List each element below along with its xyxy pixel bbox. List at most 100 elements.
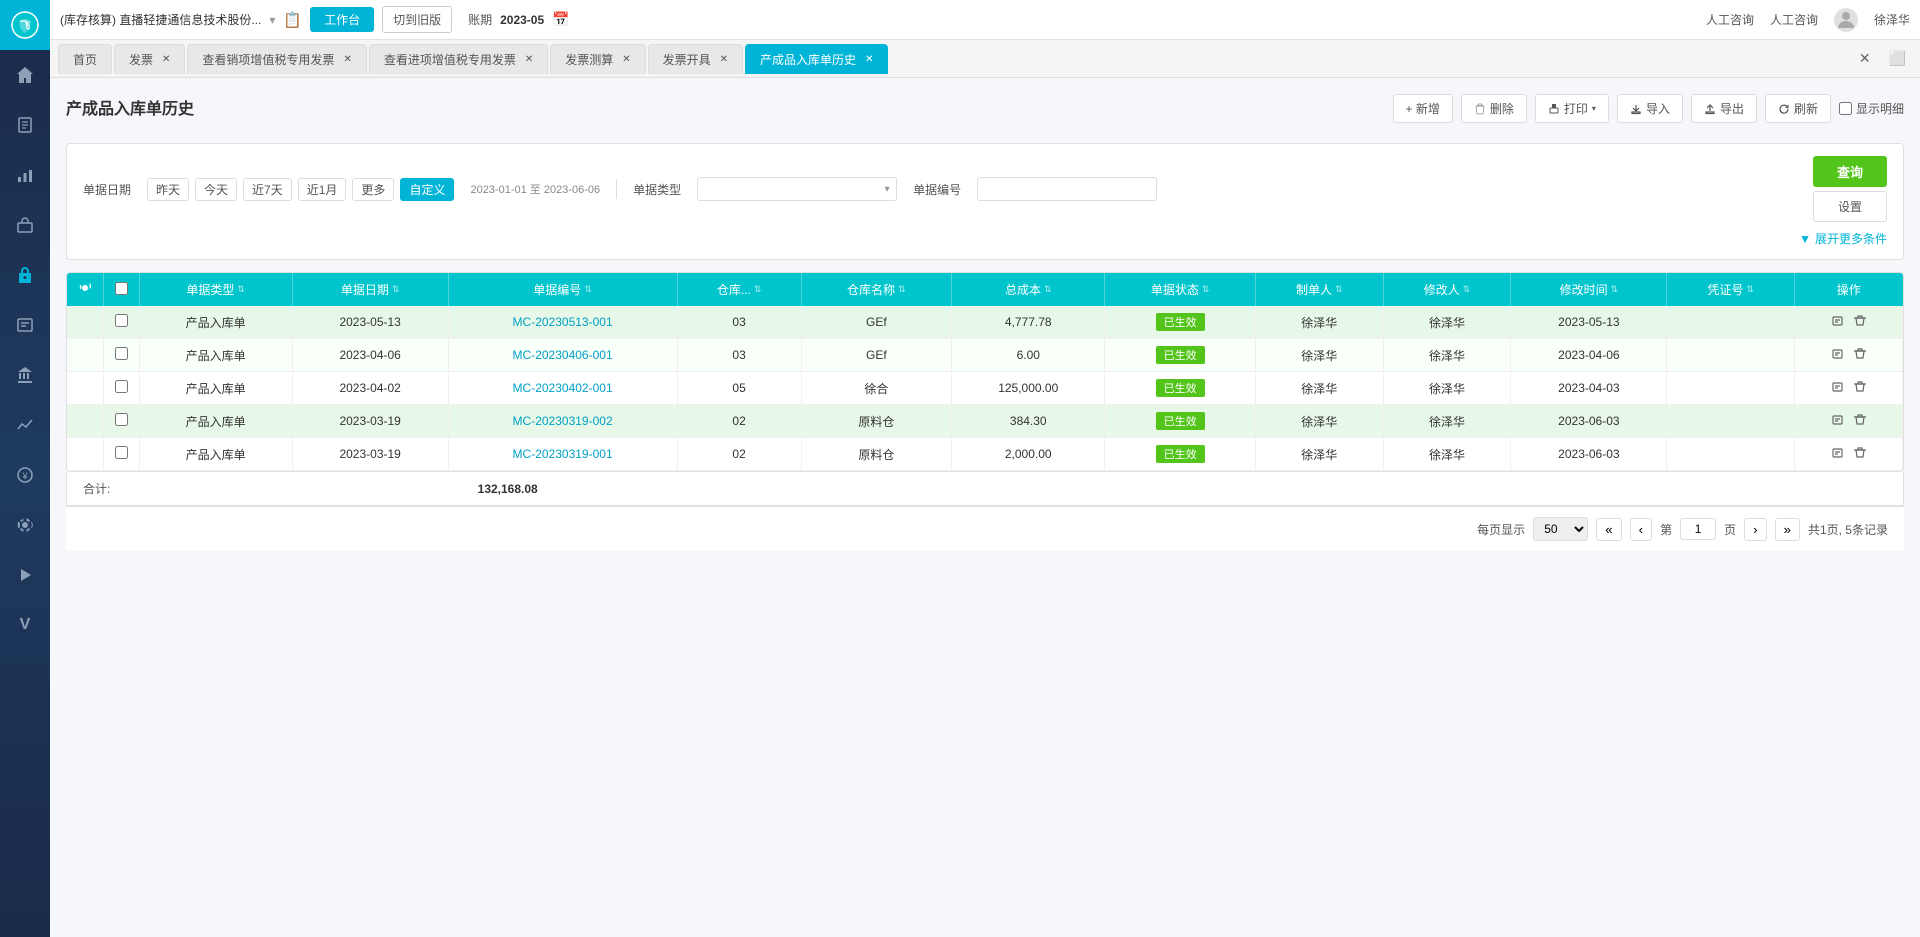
- select-all-checkbox[interactable]: [115, 282, 128, 295]
- sidebar-item-report[interactable]: [0, 400, 50, 450]
- calendar-icon[interactable]: 📅: [552, 11, 569, 28]
- th-checkbox[interactable]: [103, 273, 139, 306]
- action-delete-2[interactable]: [1853, 380, 1867, 397]
- th-voucher[interactable]: 凭证号⇅: [1667, 273, 1795, 306]
- sidebar-logo[interactable]: 飞: [0, 0, 50, 50]
- btn-7days[interactable]: 近7天: [243, 178, 292, 201]
- action-edit-0[interactable]: [1831, 314, 1845, 331]
- action-edit-1[interactable]: [1831, 347, 1845, 364]
- consult-text[interactable]: 人工咨询: [1770, 11, 1818, 28]
- sidebar-item-settings[interactable]: [0, 500, 50, 550]
- btn-1month[interactable]: 近1月: [298, 178, 347, 201]
- cell-number-2[interactable]: MC-20230402-001: [448, 372, 677, 405]
- cell-number-0[interactable]: MC-20230513-001: [448, 306, 677, 339]
- action-edit-4[interactable]: [1831, 446, 1845, 463]
- tab-history[interactable]: 产成品入库单历史 ✕: [745, 44, 888, 74]
- page-first-btn[interactable]: «: [1596, 518, 1621, 541]
- th-number[interactable]: 单据编号⇅: [448, 273, 677, 306]
- tab-sales-vat-close[interactable]: ✕: [343, 54, 351, 65]
- tab-invoice-close[interactable]: ✕: [162, 54, 170, 65]
- page-last-btn[interactable]: »: [1775, 518, 1800, 541]
- back-button[interactable]: 切到旧版: [382, 6, 452, 33]
- action-delete-0[interactable]: [1853, 314, 1867, 331]
- tab-close-all[interactable]: ✕: [1853, 48, 1877, 69]
- th-cost[interactable]: 总成本⇅: [952, 273, 1105, 306]
- tab-invoice[interactable]: 发票 ✕: [114, 44, 185, 74]
- workbench-button[interactable]: 工作台: [310, 7, 374, 32]
- tab-calc-close[interactable]: ✕: [622, 54, 630, 65]
- per-page-select[interactable]: 50 100: [1533, 517, 1588, 541]
- number-input[interactable]: [977, 177, 1157, 201]
- action-edit-3[interactable]: [1831, 413, 1845, 430]
- tab-history-close[interactable]: ✕: [865, 54, 873, 65]
- sidebar-item-chart[interactable]: [0, 150, 50, 200]
- import-button[interactable]: 导入: [1617, 94, 1683, 123]
- refresh-button[interactable]: 刷新: [1765, 94, 1831, 123]
- doc-icon[interactable]: 📋: [283, 11, 302, 29]
- cell-number-3[interactable]: MC-20230319-002: [448, 405, 677, 438]
- print-dropdown[interactable]: ▾: [1592, 104, 1596, 113]
- sidebar-item-home[interactable]: [0, 50, 50, 100]
- setting-button[interactable]: 设置: [1813, 191, 1887, 222]
- th-modify-time[interactable]: 修改时间⇅: [1511, 273, 1667, 306]
- btn-yesterday[interactable]: 昨天: [147, 178, 189, 201]
- expand-filter-btn[interactable]: ▼ 展开更多条件: [1799, 230, 1887, 247]
- cell-cost-4: 2,000.00: [952, 438, 1105, 471]
- tab-open-close[interactable]: ✕: [720, 54, 728, 65]
- delete-button[interactable]: 删除: [1461, 94, 1527, 123]
- query-button[interactable]: 查询: [1813, 156, 1887, 187]
- sidebar-item-docs[interactable]: [0, 100, 50, 150]
- cell-checkbox-4[interactable]: [103, 438, 139, 471]
- cell-number-1[interactable]: MC-20230406-001: [448, 339, 677, 372]
- th-creator[interactable]: 制单人⇅: [1255, 273, 1383, 306]
- export-button[interactable]: 导出: [1691, 94, 1757, 123]
- cell-checkbox-0[interactable]: [103, 306, 139, 339]
- page-next-btn[interactable]: ›: [1744, 518, 1766, 541]
- filter-area: 单据日期 昨天 今天 近7天 近1月 更多 自定义 2023-01-01 至 2…: [66, 143, 1904, 260]
- sidebar-item-assets[interactable]: [0, 200, 50, 250]
- page-input[interactable]: [1680, 518, 1716, 540]
- action-delete-4[interactable]: [1853, 446, 1867, 463]
- page-prev-btn[interactable]: ‹: [1630, 518, 1652, 541]
- tab-calc[interactable]: 发票测算 ✕: [550, 44, 645, 74]
- sidebar-item-lock[interactable]: [0, 250, 50, 300]
- th-wh-name[interactable]: 仓库名称⇅: [801, 273, 951, 306]
- user-label[interactable]: 徐泽华: [1874, 11, 1910, 28]
- consult-label[interactable]: 人工咨询: [1706, 11, 1754, 28]
- expand-icon: ▼: [1799, 232, 1811, 246]
- show-detail-checkbox[interactable]: [1839, 102, 1852, 115]
- tab-sales-vat[interactable]: 查看销项增值税专用发票 ✕: [187, 44, 366, 74]
- sidebar-item-video[interactable]: [0, 550, 50, 600]
- sidebar-item-bank[interactable]: [0, 350, 50, 400]
- new-button[interactable]: + 新增: [1393, 94, 1453, 123]
- dropdown-icon[interactable]: ▾: [269, 13, 275, 27]
- th-type[interactable]: 单据类型⇅: [139, 273, 292, 306]
- action-delete-1[interactable]: [1853, 347, 1867, 364]
- tab-home[interactable]: 首页: [58, 44, 112, 74]
- btn-today[interactable]: 今天: [195, 178, 237, 201]
- sidebar-item-tax[interactable]: ¥: [0, 450, 50, 500]
- cell-number-4[interactable]: MC-20230319-001: [448, 438, 677, 471]
- cell-checkbox-1[interactable]: [103, 339, 139, 372]
- th-modifier[interactable]: 修改人⇅: [1383, 273, 1511, 306]
- date-filter-label: 单据日期: [83, 181, 131, 198]
- action-edit-2[interactable]: [1831, 380, 1845, 397]
- cell-checkbox-3[interactable]: [103, 405, 139, 438]
- cell-date-0: 2023-05-13: [292, 306, 448, 339]
- print-button[interactable]: 打印 ▾: [1535, 94, 1609, 123]
- tab-restore[interactable]: ⬜: [1883, 48, 1912, 69]
- btn-more[interactable]: 更多: [352, 178, 394, 201]
- th-settings[interactable]: [67, 273, 103, 306]
- cell-checkbox-2[interactable]: [103, 372, 139, 405]
- th-date[interactable]: 单据日期⇅: [292, 273, 448, 306]
- th-status[interactable]: 单据状态⇅: [1105, 273, 1255, 306]
- tab-purchase-vat-close[interactable]: ✕: [525, 54, 533, 65]
- th-wh-code[interactable]: 仓库...⇅: [677, 273, 801, 306]
- type-select[interactable]: 产品入库单: [697, 177, 897, 201]
- sidebar-item-v[interactable]: V: [0, 600, 50, 650]
- sidebar-item-invoice[interactable]: [0, 300, 50, 350]
- btn-custom[interactable]: 自定义: [400, 178, 454, 201]
- action-delete-3[interactable]: [1853, 413, 1867, 430]
- tab-purchase-vat[interactable]: 查看进项增值税专用发票 ✕: [369, 44, 548, 74]
- tab-open[interactable]: 发票开具 ✕: [648, 44, 743, 74]
